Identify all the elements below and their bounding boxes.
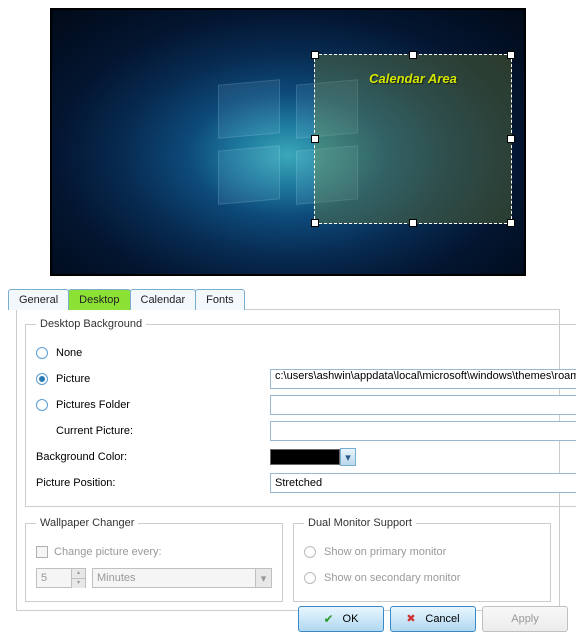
radio-none-label: None (52, 347, 152, 359)
wallpaper-preview: Calendar Area (50, 8, 526, 276)
wallpaper-changer-group: Wallpaper Changer Change picture every: … (25, 517, 283, 602)
dialog-button-bar: OK Cancel Apply (298, 606, 568, 632)
change-every-label: Change picture every: (54, 546, 162, 558)
folder-path-input[interactable] (270, 395, 576, 415)
tab-fonts[interactable]: Fonts (195, 289, 245, 310)
desktop-background-legend: Desktop Background (36, 318, 146, 330)
bg-color-swatch (270, 449, 340, 465)
cancel-button[interactable]: Cancel (390, 606, 476, 632)
bg-color-dropdown-button[interactable]: ▾ (340, 448, 356, 466)
interval-spinner[interactable]: 5 ▴▾ (36, 568, 86, 588)
picture-path-input[interactable]: c:\users\ashwin\appdata\local\microsoft\… (270, 369, 576, 389)
picture-position-label: Picture Position: (36, 477, 152, 489)
interval-unit-dropdown[interactable]: Minutes ▾ (92, 568, 272, 588)
current-picture-dropdown[interactable]: ▾ (270, 421, 576, 441)
x-icon (406, 612, 420, 626)
tab-calendar[interactable]: Calendar (130, 289, 197, 310)
desktop-panel: Desktop Background None Picture c:\users… (16, 309, 560, 611)
radio-primary-monitor[interactable] (304, 546, 316, 558)
spinner-down-icon[interactable]: ▾ (71, 579, 85, 588)
radio-picture[interactable] (36, 373, 48, 385)
radio-folder-label: Pictures Folder (52, 399, 152, 411)
radio-primary-label: Show on primary monitor (320, 546, 446, 558)
interval-value: 5 (41, 572, 47, 584)
desktop-background-group: Desktop Background None Picture c:\users… (25, 318, 576, 507)
bg-color-label: Background Color: (36, 451, 152, 463)
radio-secondary-label: Show on secondary monitor (320, 572, 460, 584)
resize-handle-tl[interactable] (311, 51, 319, 59)
dual-monitor-group: Dual Monitor Support Show on primary mon… (293, 517, 551, 602)
radio-folder[interactable] (36, 399, 48, 411)
cancel-button-label: Cancel (425, 613, 459, 625)
check-icon (324, 612, 338, 626)
apply-button-label: Apply (511, 613, 539, 625)
tab-desktop[interactable]: Desktop (68, 289, 130, 310)
current-picture-label: Current Picture: (36, 425, 152, 437)
change-every-checkbox[interactable] (36, 546, 48, 558)
resize-handle-ml[interactable] (311, 135, 319, 143)
tab-general[interactable]: General (8, 289, 69, 310)
tab-strip: General Desktop Calendar Fonts (8, 288, 568, 309)
radio-secondary-monitor[interactable] (304, 572, 316, 584)
dual-monitor-legend: Dual Monitor Support (304, 517, 416, 529)
apply-button[interactable]: Apply (482, 606, 568, 632)
interval-unit-value: Minutes (93, 572, 255, 584)
spinner-up-icon[interactable]: ▴ (71, 569, 85, 579)
selection-label: Calendar Area (315, 71, 511, 86)
radio-picture-label: Picture (52, 373, 152, 385)
calendar-area-selection[interactable]: Calendar Area (314, 54, 512, 224)
wallpaper-changer-legend: Wallpaper Changer (36, 517, 138, 529)
resize-handle-tm[interactable] (409, 51, 417, 59)
radio-none[interactable] (36, 347, 48, 359)
resize-handle-br[interactable] (507, 219, 515, 227)
picture-position-dropdown[interactable]: Stretched ▾ (270, 473, 576, 493)
chevron-down-icon[interactable]: ▾ (255, 569, 271, 587)
resize-handle-bm[interactable] (409, 219, 417, 227)
resize-handle-tr[interactable] (507, 51, 515, 59)
ok-button-label: OK (343, 613, 359, 625)
picture-position-value: Stretched (271, 477, 576, 489)
ok-button[interactable]: OK (298, 606, 384, 632)
resize-handle-bl[interactable] (311, 219, 319, 227)
resize-handle-mr[interactable] (507, 135, 515, 143)
